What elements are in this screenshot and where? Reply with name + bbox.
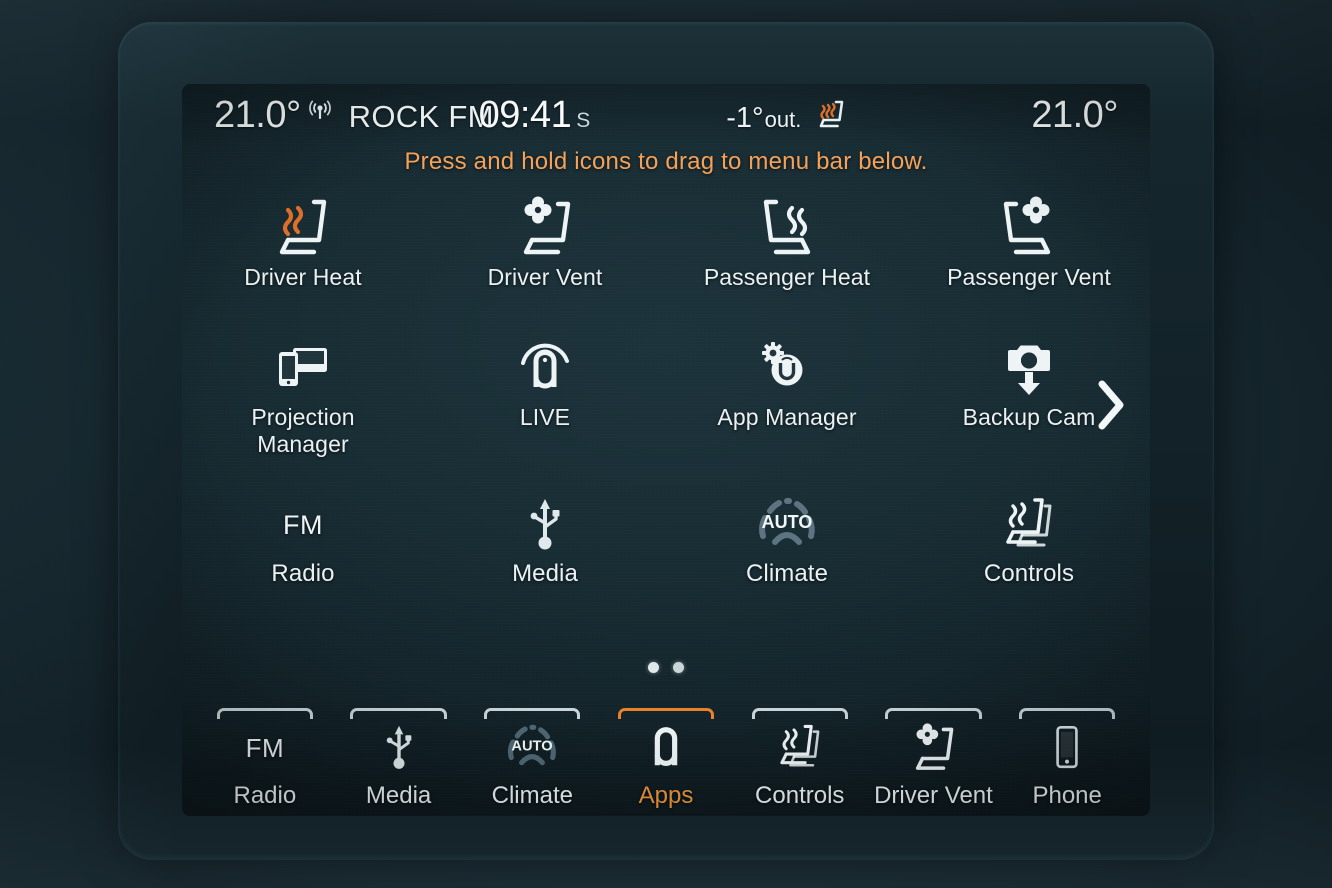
tab-bracket (216, 708, 313, 719)
uconnect-apps-icon (644, 722, 688, 774)
grid-item-media[interactable]: Media (424, 488, 666, 624)
status-bar: 21.0° ROCK FM 09:41 S -1° out. 21.0° (182, 84, 1150, 146)
menu-bar: FM Radio Media AUTO Climate Apps Control… (182, 694, 1150, 816)
fm-radio-icon: FM (246, 722, 285, 774)
tab-label: Controls (755, 782, 845, 809)
tab-label: Driver Vent (874, 782, 993, 809)
grid-item-label: Radio (271, 560, 335, 587)
backup-camera-icon (998, 336, 1060, 398)
fm-radio-icon-text: FM (283, 509, 323, 540)
heated-seat-icon (813, 98, 853, 130)
seat-vent-left-icon (506, 196, 584, 258)
grid-item-passenger-vent[interactable]: Passenger Vent (908, 188, 1150, 328)
tab-bracket (885, 708, 982, 719)
drag-hint-text: Press and hold icons to drag to menu bar… (404, 148, 928, 175)
app-grid: Driver Heat Driver Vent Passenger Heat P… (182, 188, 1150, 624)
grid-item-label: Climate (745, 560, 829, 587)
phone-icon (1051, 722, 1083, 774)
uconnect-live-icon (515, 336, 575, 398)
tab-label: Climate (491, 782, 573, 809)
page-dot-1[interactable] (648, 662, 659, 673)
clock-suffix: S (576, 108, 591, 132)
passenger-temperature: 21.0° (1031, 93, 1118, 136)
tab-label: Apps (638, 782, 694, 809)
grid-item-live[interactable]: LIVE (424, 328, 666, 488)
seat-comfort-row: Driver Heat Driver Vent Passenger Heat P… (182, 188, 1150, 328)
grid-item-passenger-heat[interactable]: Passenger Heat (666, 188, 908, 328)
app-manager-icon (756, 336, 818, 398)
tab-bracket (751, 708, 848, 719)
grid-item-app-manager[interactable]: App Manager (666, 328, 908, 488)
grid-item-fm-radio[interactable]: FM Radio (182, 488, 424, 624)
grid-item-label: App Manager (717, 404, 857, 430)
chevron-right-icon[interactable] (1094, 378, 1128, 432)
auto-climate-icon: AUTO (751, 496, 823, 554)
tab-driver-vent[interactable]: Driver Vent (867, 694, 1001, 816)
status-bar-center: 09:41 S -1° out. (182, 94, 1150, 137)
grid-item-label: Passenger Vent (947, 264, 1111, 290)
apps-row: Projection Manager LIVE App Manager Back… (182, 328, 1150, 488)
grid-item-driver-vent[interactable]: Driver Vent (424, 188, 666, 328)
tab-climate[interactable]: AUTO Climate (465, 694, 599, 816)
fm-radio-icon-text: FM (245, 732, 285, 763)
grid-item-projection-manager[interactable]: Projection Manager (182, 328, 424, 488)
svg-text:AUTO: AUTO (512, 739, 553, 755)
outside-temperature-label: out. (764, 106, 802, 132)
page-indicator[interactable] (182, 662, 1150, 673)
clock: 09:41 (478, 93, 572, 136)
grid-item-label: LIVE (519, 404, 571, 430)
outside-temperature: -1° (726, 101, 764, 134)
grid-item-controls[interactable]: Controls (908, 488, 1150, 624)
grid-item-label-line2: Manager (257, 431, 349, 457)
functions-row: FM Radio Media AUTO Climate Controls (182, 488, 1150, 624)
page-dot-2[interactable] (673, 662, 684, 673)
status-bar-right: 21.0° (1031, 94, 1118, 137)
seat-vent-right-icon (990, 196, 1068, 258)
auto-climate-icon: AUTO (500, 722, 564, 774)
tab-bracket-active (617, 708, 715, 719)
tab-label: Radio (233, 782, 297, 809)
grid-item-label: Controls (983, 560, 1075, 587)
tab-bracket (350, 708, 447, 719)
seat-vent-left-icon (900, 722, 966, 774)
grid-item-label: Driver Vent (487, 264, 603, 290)
tab-apps[interactable]: Apps (599, 694, 733, 816)
grid-item-driver-heat[interactable]: Driver Heat (182, 188, 424, 328)
grid-item-label: Backup Cam (962, 404, 1096, 430)
grid-item-label: Media (512, 560, 578, 587)
tab-radio[interactable]: FM Radio (198, 694, 332, 816)
svg-text:AUTO: AUTO (762, 512, 813, 532)
tab-label: Media (365, 782, 432, 809)
grid-item-label: Passenger Heat (703, 264, 871, 290)
grid-item-label-line1: Projection (251, 404, 355, 430)
infotainment-screen: 21.0° ROCK FM 09:41 S -1° out. 21.0° Pre… (182, 84, 1150, 816)
tab-phone[interactable]: Phone (1000, 694, 1134, 816)
projection-manager-icon (271, 336, 335, 398)
tab-label: Phone (1032, 782, 1102, 809)
seat-controls-icon (995, 496, 1063, 554)
usb-media-icon (525, 496, 565, 554)
grid-item-label: Driver Heat (244, 264, 362, 290)
grid-item-climate[interactable]: AUTO Climate (666, 488, 908, 624)
fm-radio-icon: FM (283, 496, 323, 554)
seat-heat-left-icon (264, 196, 342, 258)
tab-media[interactable]: Media (332, 694, 466, 816)
tab-controls[interactable]: Controls (733, 694, 867, 816)
tab-bracket (1019, 708, 1116, 719)
tab-bracket (484, 708, 581, 719)
seat-heat-right-icon (748, 196, 826, 258)
seat-controls-icon (770, 722, 830, 774)
usb-media-icon (382, 722, 416, 774)
